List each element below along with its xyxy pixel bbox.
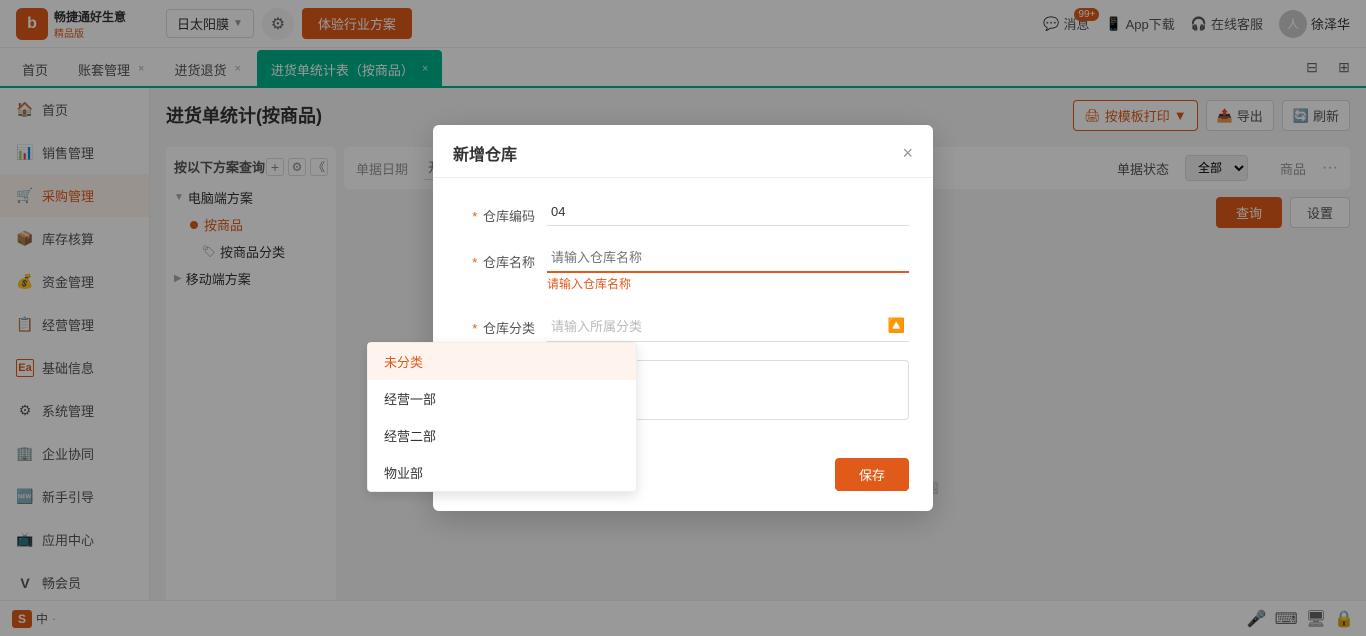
warehouse-code-row: * 仓库编码 bbox=[457, 198, 909, 226]
add-warehouse-modal: 新增仓库 × * 仓库编码 * 仓库名称 请输入仓库名称 * bbox=[433, 125, 933, 511]
category-label: * 仓库分类 bbox=[457, 310, 547, 337]
warehouse-name-input[interactable] bbox=[547, 244, 909, 273]
modal-title: 新增仓库 bbox=[453, 141, 517, 165]
warehouse-code-input[interactable] bbox=[547, 198, 909, 226]
dropdown-item-uncategorized[interactable]: 未分类 bbox=[368, 343, 636, 380]
warehouse-name-row: * 仓库名称 请输入仓库名称 bbox=[457, 244, 909, 292]
category-up-arrow-icon: 🔼 bbox=[888, 317, 905, 334]
name-error-text: 请输入仓库名称 bbox=[547, 275, 909, 292]
dropdown-item-property[interactable]: 物业部 bbox=[368, 454, 636, 491]
name-label: * 仓库名称 bbox=[457, 244, 547, 271]
category-select[interactable]: 请输入所属分类 🔼 bbox=[547, 310, 909, 342]
modal-close-icon[interactable]: × bbox=[902, 143, 913, 164]
category-dropdown: 未分类 经营一部 经营二部 物业部 bbox=[367, 342, 637, 492]
dropdown-item-dept2[interactable]: 经营二部 bbox=[368, 417, 636, 454]
name-control-wrap: 请输入仓库名称 bbox=[547, 244, 909, 292]
modal-header: 新增仓库 × bbox=[433, 125, 933, 178]
dropdown-item-dept1[interactable]: 经营一部 bbox=[368, 380, 636, 417]
category-placeholder: 请输入所属分类 bbox=[551, 316, 642, 335]
warehouse-category-row: * 仓库分类 请输入所属分类 🔼 未分类 经营一部 经营二部 物业部 bbox=[457, 310, 909, 342]
modal-body: * 仓库编码 * 仓库名称 请输入仓库名称 * 仓库分类 请输入所属分类 bbox=[433, 178, 933, 458]
save-button[interactable]: 保存 bbox=[835, 458, 909, 491]
code-label: * 仓库编码 bbox=[457, 198, 547, 225]
